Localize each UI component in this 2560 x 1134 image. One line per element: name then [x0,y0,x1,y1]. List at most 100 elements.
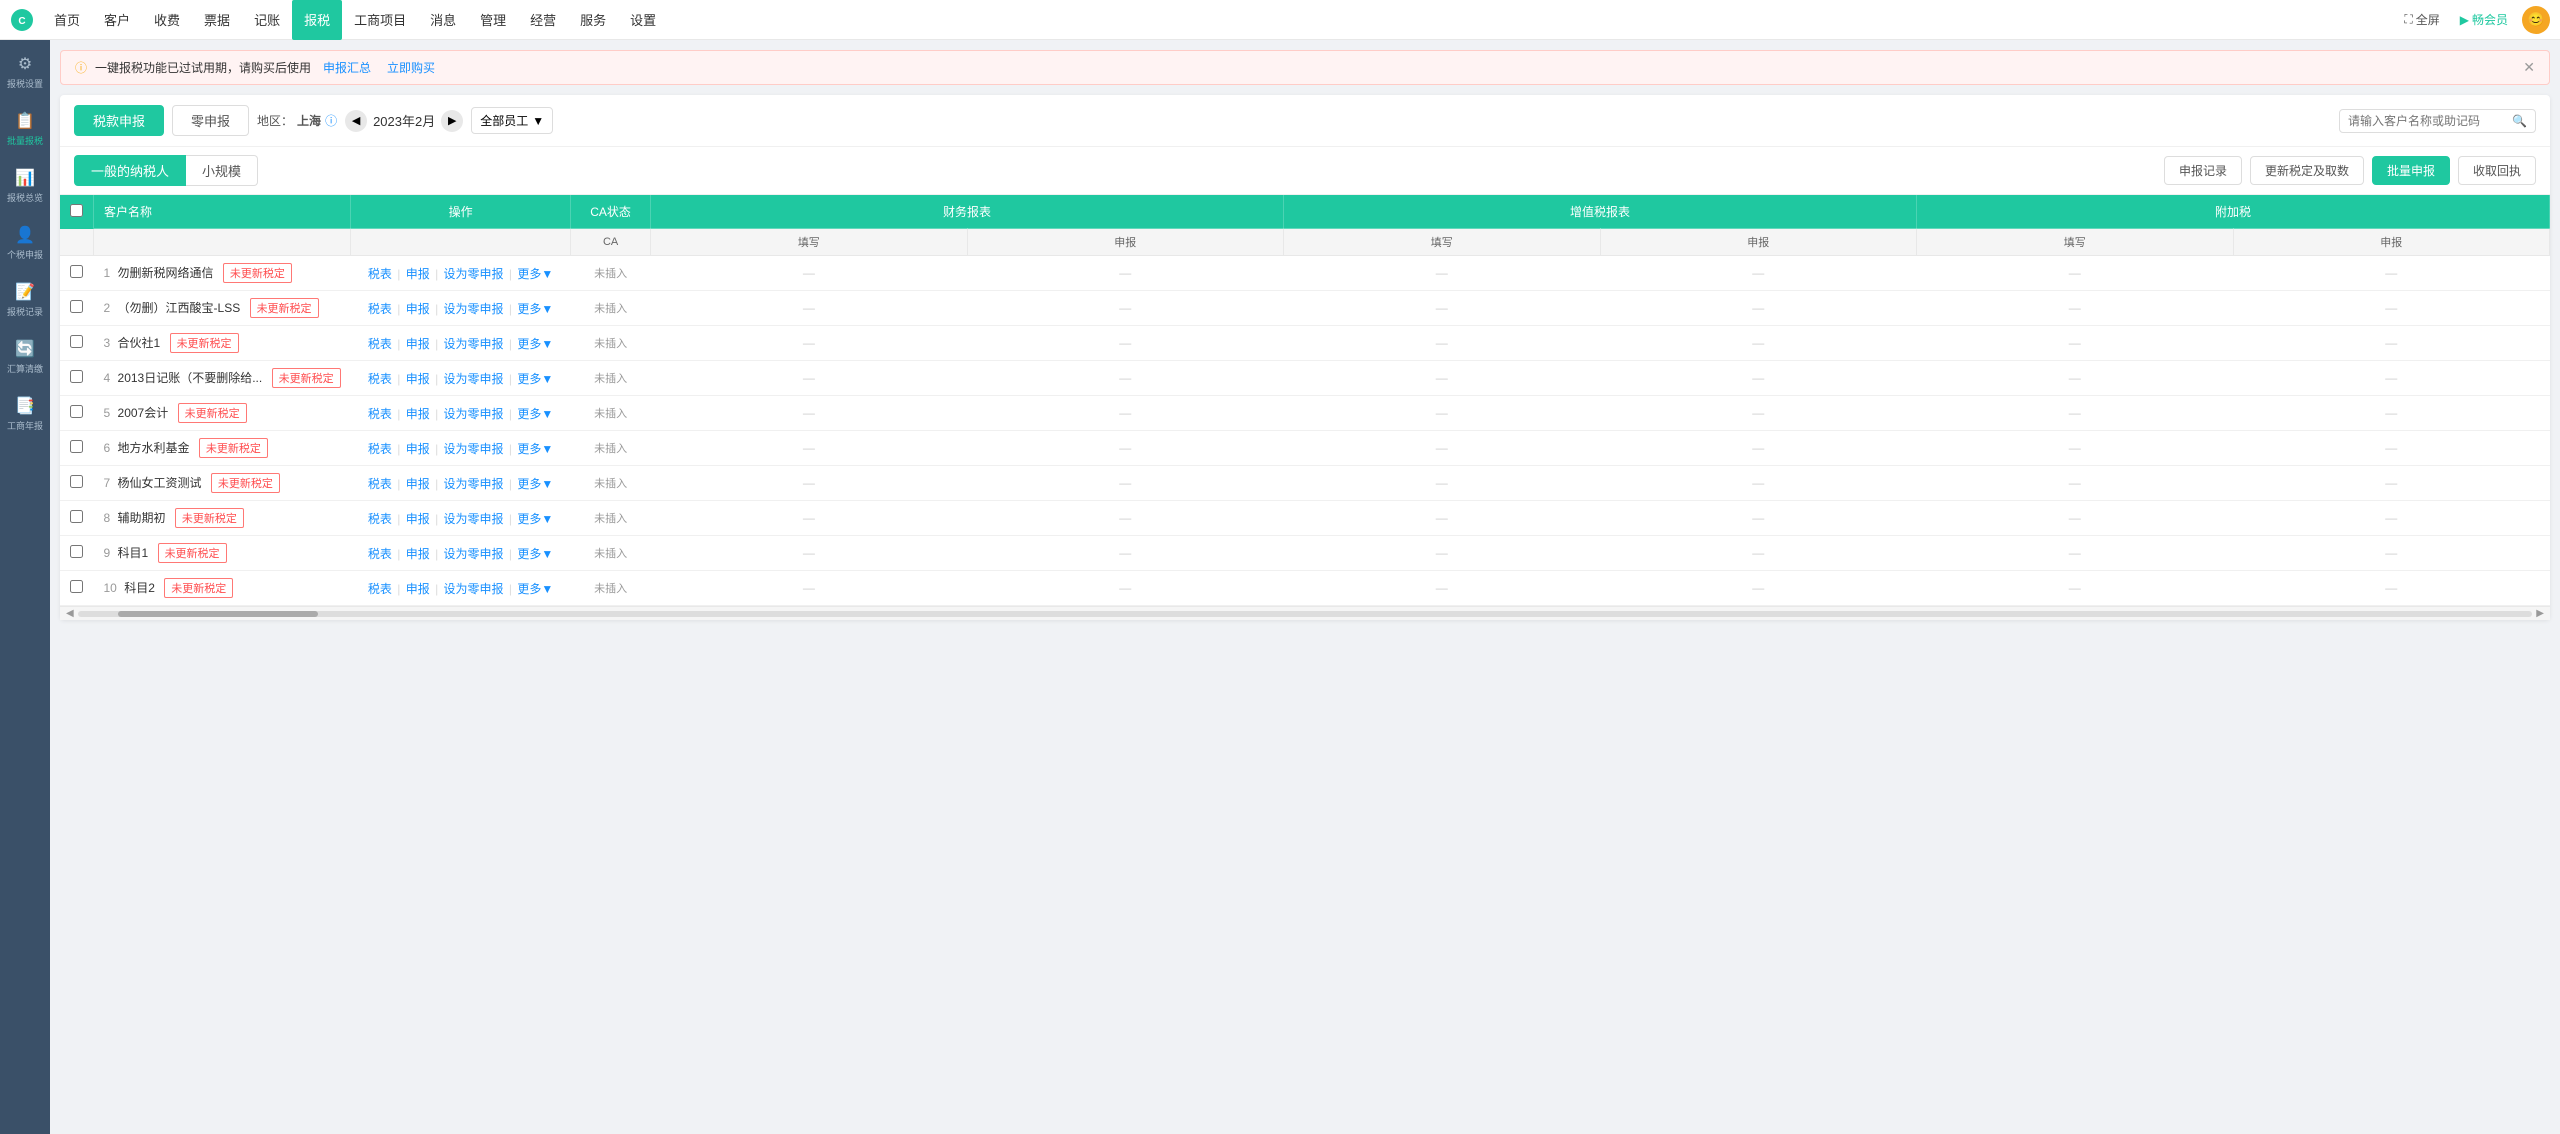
op-declare-6[interactable]: 申报 [406,477,430,491]
tax-fill-cell-7: — [1284,501,1600,536]
sidebar-item-personal-tax[interactable]: 👤 个税申报 [0,215,50,272]
scrollbar-track[interactable] [78,611,2533,617]
member-button[interactable]: ▶ 畅会员 [2454,9,2514,30]
op-tax-table-7[interactable]: 税表 [368,512,392,526]
op-more-4[interactable]: 更多▼ [517,405,553,422]
op-tax-table-5[interactable]: 税表 [368,442,392,456]
nav-item-account[interactable]: 记账 [242,0,292,40]
tab-general-taxpayer[interactable]: 一般的纳税人 [74,155,186,186]
op-more-8[interactable]: 更多▼ [517,545,553,562]
prev-month-button[interactable]: ◀ [345,110,367,132]
nav-item-service[interactable]: 服务 [568,0,618,40]
row-checkbox-3[interactable] [70,370,83,383]
nav-item-invoice[interactable]: 票据 [192,0,242,40]
op-declare-3[interactable]: 申报 [406,372,430,386]
op-tax-table-3[interactable]: 税表 [368,372,392,386]
fullscreen-button[interactable]: ⛶ 全屏 [2398,9,2445,30]
banner-link-buy[interactable]: 立即购买 [387,59,435,76]
sidebar-item-tax-settings[interactable]: ⚙ 报税设置 [0,44,50,101]
op-declare-9[interactable]: 申报 [406,582,430,596]
batch-declare-button[interactable]: 批量申报 [2372,156,2450,185]
nav-item-settings[interactable]: 设置 [618,0,668,40]
op-zero-declare-7[interactable]: 设为零申报 [444,512,504,526]
op-zero-declare-6[interactable]: 设为零申报 [444,477,504,491]
op-tax-table-2[interactable]: 税表 [368,337,392,351]
nav-item-tax[interactable]: 报税 [292,0,342,40]
banner-link-summary[interactable]: 申报汇总 [323,59,371,76]
row-checkbox-2[interactable] [70,335,83,348]
collect-receipt-button[interactable]: 收取回执 [2458,156,2536,185]
nav-item-manage[interactable]: 管理 [468,0,518,40]
op-zero-declare-8[interactable]: 设为零申报 [444,547,504,561]
nav-item-home[interactable]: 首页 [42,0,92,40]
row-checkbox-8[interactable] [70,545,83,558]
row-checkbox-5[interactable] [70,440,83,453]
status-badge-2: 未更新税定 [170,333,239,353]
nav-item-customer[interactable]: 客户 [92,0,142,40]
op-more-2[interactable]: 更多▼ [517,335,553,352]
nav-item-message[interactable]: 消息 [418,0,468,40]
scroll-right-arrow[interactable]: ▶ [2536,608,2544,619]
scrollbar-thumb[interactable] [118,611,318,617]
update-tax-button[interactable]: 更新税定及取数 [2250,156,2364,185]
op-more-0[interactable]: 更多▼ [517,265,553,282]
row-checkbox-4[interactable] [70,405,83,418]
declare-records-button[interactable]: 申报记录 [2164,156,2242,185]
op-tax-table-6[interactable]: 税表 [368,477,392,491]
op-declare-5[interactable]: 申报 [406,442,430,456]
row-checkbox-6[interactable] [70,475,83,488]
scroll-left-arrow[interactable]: ◀ [66,608,74,619]
op-declare-0[interactable]: 申报 [406,267,430,281]
tab-small-scale[interactable]: 小规模 [186,155,258,186]
op-declare-1[interactable]: 申报 [406,302,430,316]
sur-declare-cell-1: — [2233,291,2550,326]
nav-item-business[interactable]: 工商项目 [342,0,418,40]
nav-item-operation[interactable]: 经营 [518,0,568,40]
op-zero-declare-3[interactable]: 设为零申报 [444,372,504,386]
op-zero-declare-9[interactable]: 设为零申报 [444,582,504,596]
op-more-1[interactable]: 更多▼ [517,300,553,317]
staff-dropdown[interactable]: 全部员工 ▼ [471,107,553,134]
banner-close[interactable]: ✕ [2523,59,2535,76]
op-tax-table-1[interactable]: 税表 [368,302,392,316]
op-tax-table-4[interactable]: 税表 [368,407,392,421]
search-input[interactable] [2348,114,2508,128]
op-declare-4[interactable]: 申报 [406,407,430,421]
op-declare-7[interactable]: 申报 [406,512,430,526]
tab-zero-declare[interactable]: 零申报 [172,105,249,136]
sidebar-item-tax-records[interactable]: 📝 报税记录 [0,272,50,329]
row-checkbox-9[interactable] [70,580,83,593]
op-tax-table-8[interactable]: 税表 [368,547,392,561]
row-checkbox-1[interactable] [70,300,83,313]
op-zero-declare-5[interactable]: 设为零申报 [444,442,504,456]
search-box[interactable]: 🔍 [2339,109,2536,133]
op-declare-8[interactable]: 申报 [406,547,430,561]
op-zero-declare-0[interactable]: 设为零申报 [444,267,504,281]
sidebar-item-batch-tax[interactable]: 📋 批量报税 [0,101,50,158]
op-more-7[interactable]: 更多▼ [517,510,553,527]
sidebar-item-annual-report[interactable]: 📑 工商年报 [0,386,50,443]
avatar[interactable]: 😊 [2522,6,2550,34]
op-zero-declare-4[interactable]: 设为零申报 [444,407,504,421]
op-more-3[interactable]: 更多▼ [517,370,553,387]
op-more-9[interactable]: 更多▼ [517,580,553,597]
sidebar-item-tax-overview[interactable]: 📊 报税总览 [0,158,50,215]
search-icon[interactable]: 🔍 [2512,114,2527,128]
fin-declare-cell-2: — [967,326,1283,361]
next-month-button[interactable]: ▶ [441,110,463,132]
nav-item-fee[interactable]: 收费 [142,0,192,40]
op-more-5[interactable]: 更多▼ [517,440,553,457]
op-tax-table-0[interactable]: 税表 [368,267,392,281]
op-zero-declare-1[interactable]: 设为零申报 [444,302,504,316]
sidebar-item-annual-clear[interactable]: 🔄 汇算清缴 [0,329,50,386]
horizontal-scrollbar[interactable]: ◀ ▶ [60,606,2550,620]
row-checkbox-7[interactable] [70,510,83,523]
op-declare-2[interactable]: 申报 [406,337,430,351]
op-zero-declare-2[interactable]: 设为零申报 [444,337,504,351]
op-tax-table-9[interactable]: 税表 [368,582,392,596]
info-icon[interactable]: ⓘ [325,112,337,129]
row-checkbox-0[interactable] [70,265,83,278]
tab-tax-declare[interactable]: 税款申报 [74,105,164,136]
select-all-checkbox[interactable] [70,204,83,217]
op-more-6[interactable]: 更多▼ [517,475,553,492]
